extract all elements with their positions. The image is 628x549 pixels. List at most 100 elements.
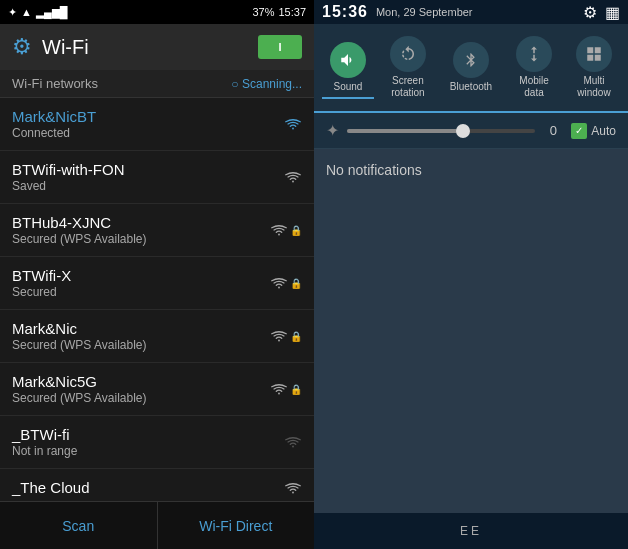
rotation-label: Screenrotation	[391, 75, 424, 99]
bluetooth-icon-circle	[453, 42, 489, 78]
brightness-icon: ✦	[326, 121, 339, 140]
brightness-slider[interactable]	[347, 129, 535, 133]
network-item[interactable]: BTWifi-with-FON Saved	[0, 151, 314, 204]
network-info: _The Cloud	[12, 479, 284, 497]
network-list: Mark&NicBT Connected BTWifi-with-FON Sav…	[0, 98, 314, 501]
network-info: BTHub4-XJNC Secured (WPS Available)	[12, 214, 270, 246]
network-signal-icon: 🔒	[270, 223, 302, 237]
wifi-icon	[284, 435, 302, 449]
lock-icon: 🔒	[290, 384, 302, 395]
bluetooth-status-icon: ✦	[8, 6, 17, 19]
auto-checkbox[interactable]: ✓	[571, 123, 587, 139]
date-display: Mon, 29 September	[376, 6, 473, 18]
bluetooth-icon	[463, 50, 479, 70]
rotation-icon-circle	[390, 36, 426, 72]
network-status: Secured (WPS Available)	[12, 391, 270, 405]
network-name: Mark&Nic5G	[12, 373, 270, 390]
network-item[interactable]: Mark&NicBT Connected	[0, 98, 314, 151]
mobile-data-icon	[525, 45, 543, 63]
network-signal-icon	[284, 117, 302, 131]
notifications-area: No notifications	[314, 149, 628, 513]
lock-icon: 🔒	[290, 278, 302, 289]
network-signal-icon	[284, 170, 302, 184]
bluetooth-label: Bluetooth	[450, 81, 492, 93]
clock-right: 15:36	[322, 3, 368, 21]
mobile-data-icon-circle	[516, 36, 552, 72]
network-signal-icon	[284, 481, 302, 495]
no-notifications-text: No notifications	[326, 162, 422, 178]
toggle-bluetooth[interactable]: Bluetooth	[442, 38, 500, 97]
wifi-bottom-bar: Scan Wi-Fi Direct	[0, 501, 314, 549]
network-item[interactable]: Mark&Nic5G Secured (WPS Available) 🔒	[0, 363, 314, 416]
wifi-icon	[270, 223, 288, 237]
network-status: Secured (WPS Available)	[12, 338, 270, 352]
battery-text: 37%	[252, 6, 274, 18]
network-signal-icon: 🔒	[270, 276, 302, 290]
toggle-rotation[interactable]: Screenrotation	[382, 32, 434, 103]
network-item[interactable]: BTHub4-XJNC Secured (WPS Available) 🔒	[0, 204, 314, 257]
wifi-title: Wi-Fi	[42, 36, 89, 59]
brightness-fill	[347, 129, 460, 133]
network-info: Mark&Nic Secured (WPS Available)	[12, 320, 270, 352]
network-signal-icon: 🔒	[270, 329, 302, 343]
toggle-sound[interactable]: Sound	[322, 38, 374, 99]
scanning-indicator: ○ Scanning...	[231, 77, 302, 91]
network-item[interactable]: _BTWi-fi Not in range	[0, 416, 314, 469]
network-item[interactable]: BTWifi-X Secured 🔒	[0, 257, 314, 310]
wifi-settings-panel: ✦ ▲ ▂▄▆█ 37% 15:37 ⚙ Wi-Fi I Wi-Fi netwo…	[0, 0, 314, 549]
network-name: Mark&Nic	[12, 320, 270, 337]
toggle-mobile-data[interactable]: Mobiledata	[508, 32, 560, 103]
bottom-carrier-text: EE	[460, 524, 482, 538]
wifi-toggle[interactable]: I	[258, 35, 302, 59]
network-info: BTWifi-with-FON Saved	[12, 161, 284, 193]
status-right-left: 37% 15:37	[252, 6, 306, 18]
right-bottom-bar: EE	[314, 513, 628, 549]
network-status: Secured (WPS Available)	[12, 232, 270, 246]
network-signal-icon	[284, 435, 302, 449]
settings-gear-icon[interactable]: ⚙	[583, 3, 597, 22]
network-signal-icon: 🔒	[270, 382, 302, 396]
network-name: BTWifi-with-FON	[12, 161, 284, 178]
brightness-row: ✦ 0 ✓ Auto	[314, 113, 628, 149]
wifi-icon	[270, 382, 288, 396]
network-status: Not in range	[12, 444, 284, 458]
status-icons-left: ✦ ▲ ▂▄▆█	[8, 6, 67, 19]
lock-icon: 🔒	[290, 225, 302, 236]
sound-icon-circle	[330, 42, 366, 78]
multi-window-icon-circle	[576, 36, 612, 72]
grid-view-icon[interactable]: ▦	[605, 3, 620, 22]
wifi-icon	[270, 329, 288, 343]
network-info: _BTWi-fi Not in range	[12, 426, 284, 458]
network-name: _BTWi-fi	[12, 426, 284, 443]
network-name: BTWifi-X	[12, 267, 270, 284]
network-status: Secured	[12, 285, 270, 299]
sound-label: Sound	[334, 81, 363, 93]
network-status: Saved	[12, 179, 284, 193]
status-bar-right-left: 15:36 Mon, 29 September	[322, 3, 473, 21]
multi-window-label: Multiwindow	[577, 75, 610, 99]
wifi-status-icon: ▲	[21, 6, 32, 18]
wifi-direct-button[interactable]: Wi-Fi Direct	[158, 502, 315, 549]
wifi-networks-label: Wi-Fi networks	[12, 76, 98, 91]
settings-icon: ⚙	[12, 34, 32, 60]
lock-icon: 🔒	[290, 331, 302, 342]
network-name: Mark&NicBT	[12, 108, 284, 125]
scan-button[interactable]: Scan	[0, 502, 158, 549]
network-item[interactable]: _The Cloud	[0, 469, 314, 501]
status-bar-left: ✦ ▲ ▂▄▆█ 37% 15:37	[0, 0, 314, 24]
network-item[interactable]: Mark&Nic Secured (WPS Available) 🔒	[0, 310, 314, 363]
wifi-icon	[284, 117, 302, 131]
wifi-networks-bar: Wi-Fi networks ○ Scanning...	[0, 70, 314, 98]
network-status: Connected	[12, 126, 284, 140]
wifi-title-row: ⚙ Wi-Fi	[12, 34, 89, 60]
time-left: 15:37	[278, 6, 306, 18]
scanning-spinner: ○	[231, 77, 242, 91]
status-bar-right-right: ⚙ ▦	[583, 3, 620, 22]
status-bar-right: 15:36 Mon, 29 September ⚙ ▦	[314, 0, 628, 24]
signal-bars: ▂▄▆█	[36, 6, 68, 19]
network-name: _The Cloud	[12, 479, 284, 496]
brightness-thumb	[456, 124, 470, 138]
network-info: Mark&Nic5G Secured (WPS Available)	[12, 373, 270, 405]
toggle-multi-window[interactable]: Multiwindow	[568, 32, 620, 103]
wifi-icon	[284, 170, 302, 184]
